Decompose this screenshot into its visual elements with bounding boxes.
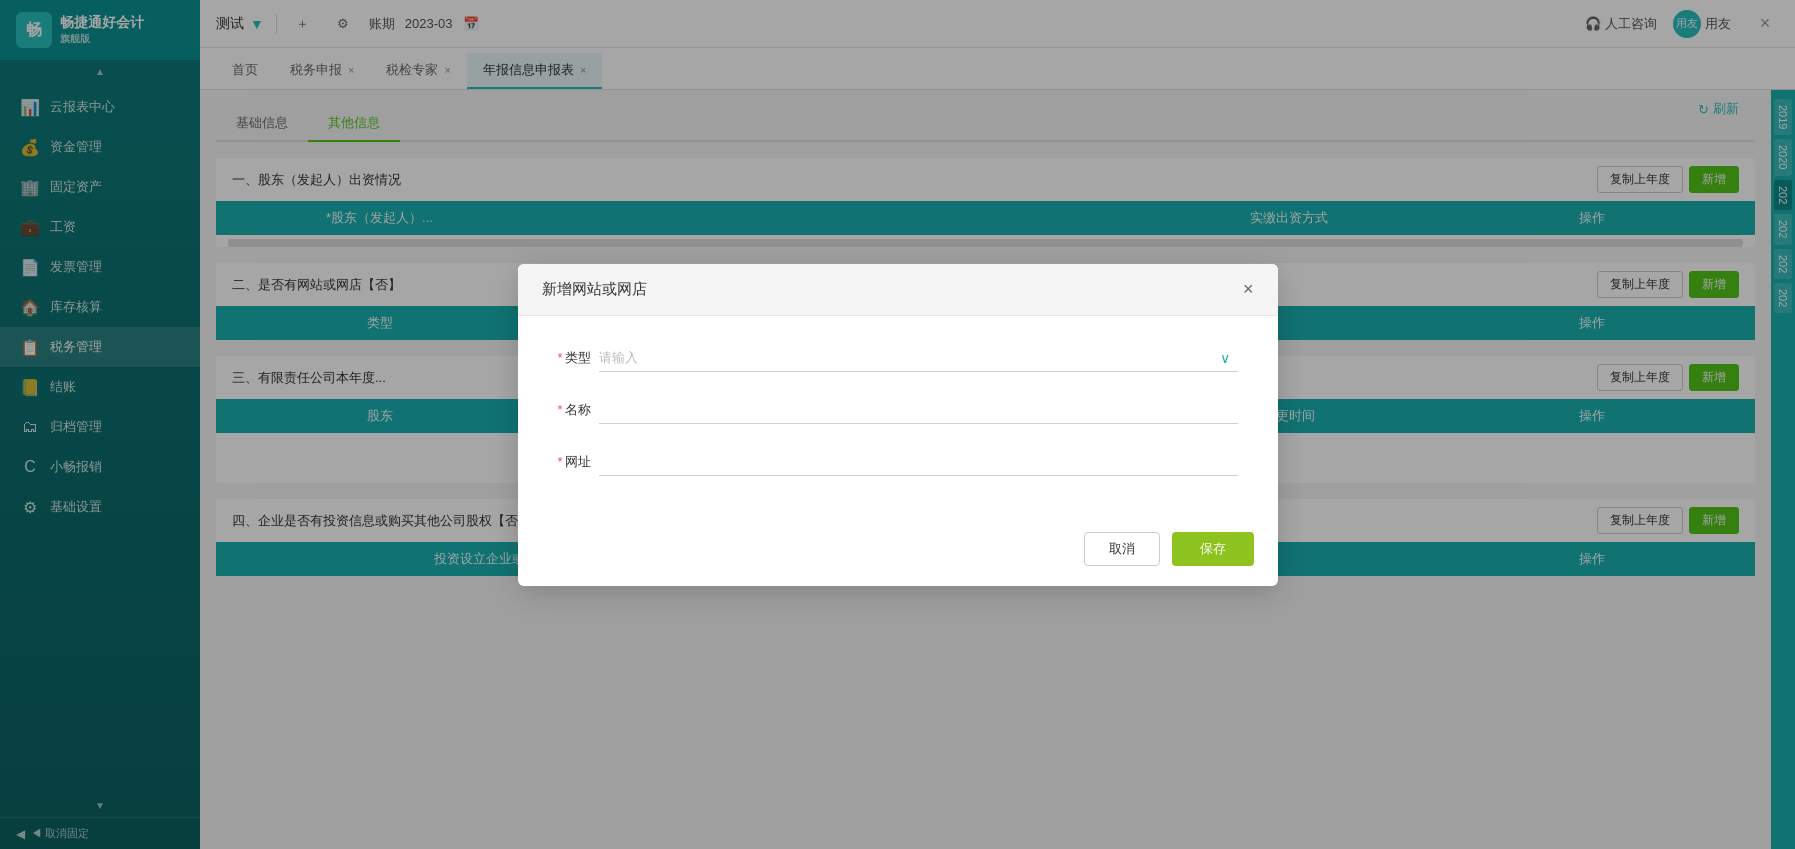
save-button[interactable]: 保存 xyxy=(1172,532,1254,566)
modal-header: 新增网站或网店 × xyxy=(518,264,1278,316)
cancel-button[interactable]: 取消 xyxy=(1084,532,1160,566)
name-required-mark: * xyxy=(558,402,563,417)
form-row-type: * 类型 ∨ xyxy=(558,344,1238,372)
form-row-url: * 网址 xyxy=(558,448,1238,476)
modal-title: 新增网站或网店 xyxy=(542,280,647,299)
url-input[interactable] xyxy=(599,448,1238,476)
url-required-mark: * xyxy=(558,454,563,469)
modal-footer: 取消 保存 xyxy=(518,520,1278,586)
add-website-modal: 新增网站或网店 × * 类型 ∨ * 名称 xyxy=(518,264,1278,586)
modal-overlay[interactable]: 新增网站或网店 × * 类型 ∨ * 名称 xyxy=(0,0,1795,849)
form-row-name: * 名称 xyxy=(558,396,1238,424)
type-input-wrap: ∨ xyxy=(599,344,1238,372)
name-input-wrap xyxy=(599,396,1238,424)
name-input[interactable] xyxy=(599,396,1238,424)
modal-close-button[interactable]: × xyxy=(1243,280,1254,298)
name-label: 名称 xyxy=(565,401,591,419)
type-input[interactable] xyxy=(599,344,1238,372)
url-label: 网址 xyxy=(565,453,591,471)
modal-body: * 类型 ∨ * 名称 * 网址 xyxy=(518,316,1278,520)
type-label: 类型 xyxy=(565,349,591,367)
url-input-wrap xyxy=(599,448,1238,476)
type-required-mark: * xyxy=(558,350,563,365)
